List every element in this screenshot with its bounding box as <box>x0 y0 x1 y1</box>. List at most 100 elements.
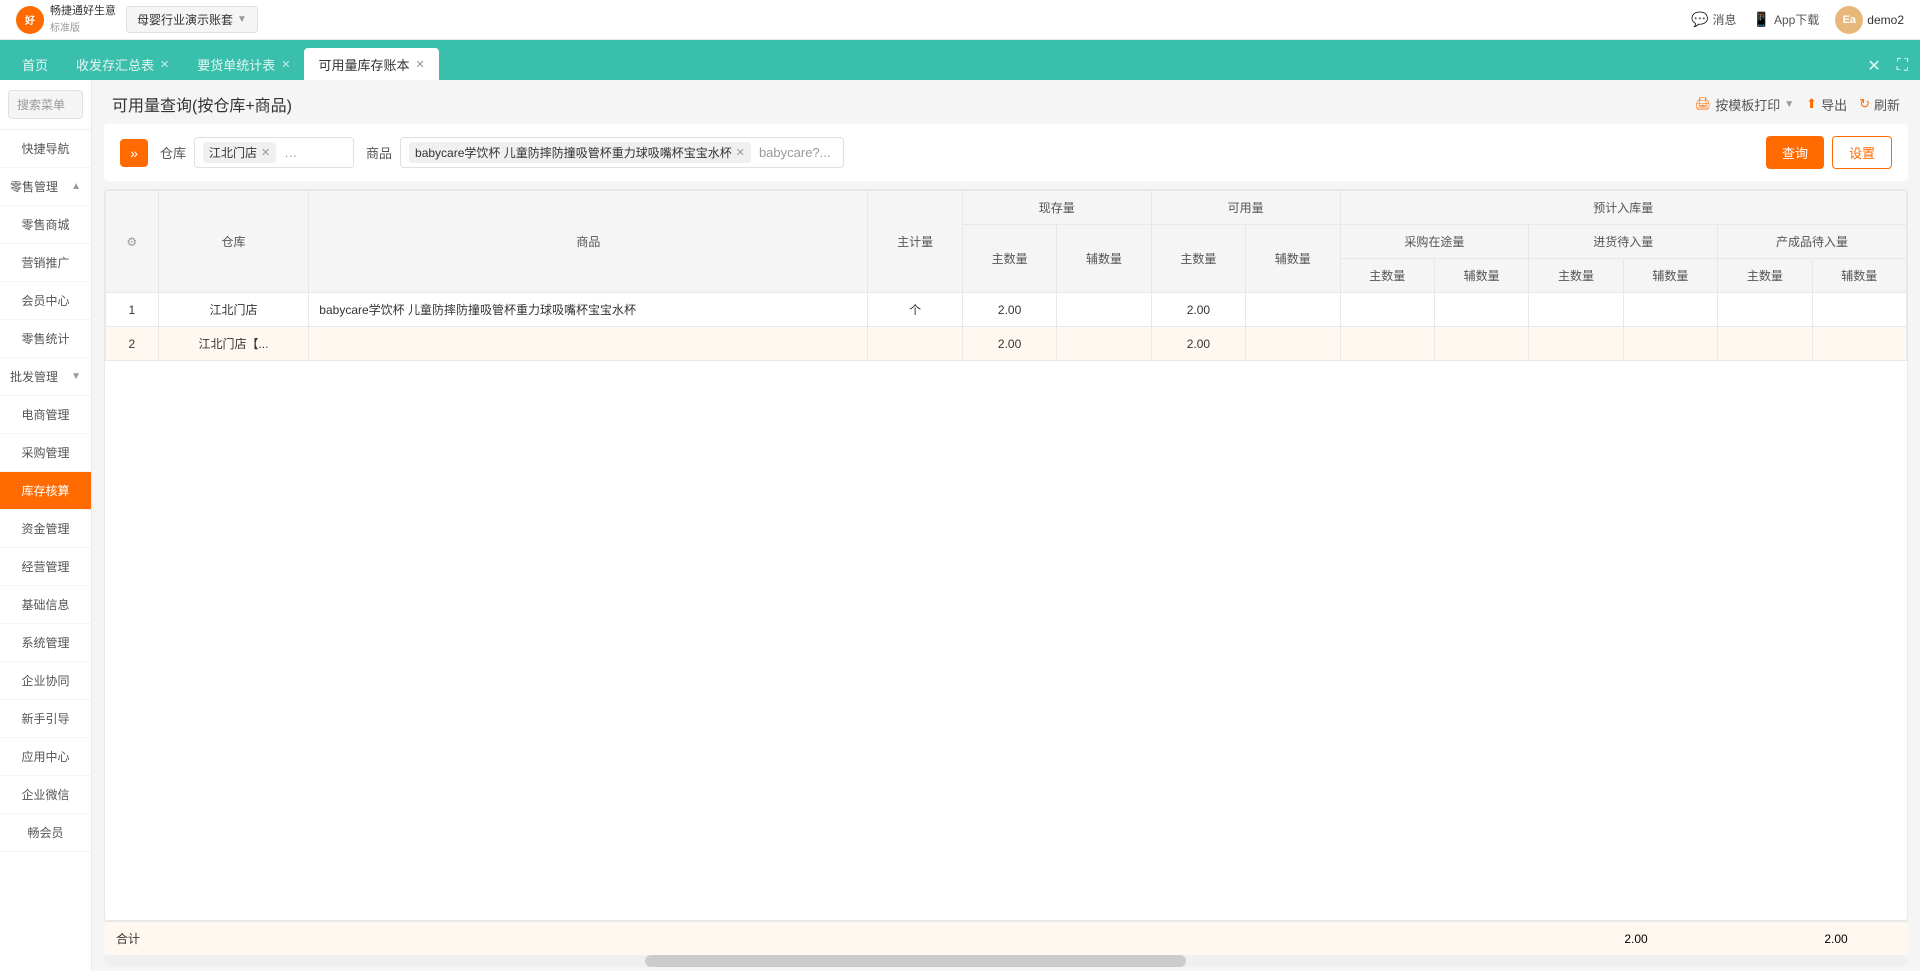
tab-available-stock[interactable]: 可用量库存账本 ✕ <box>304 48 438 80</box>
sidebar-label-inventory: 库存核算 <box>21 484 69 498</box>
th-stock-group: 现存量 <box>962 191 1151 225</box>
tab-order-summary[interactable]: 要货单统计表 ✕ <box>183 48 304 80</box>
tab-home[interactable]: 首页 <box>8 48 62 80</box>
warehouse-filter-input[interactable]: 江北门店 ✕ … <box>194 137 354 168</box>
sidebar-label-enterprise-wechat: 企业微信 <box>21 788 69 802</box>
sidebar-label-basic-info: 基础信息 <box>21 598 69 612</box>
row-warehouse: 江北门店 <box>158 293 309 327</box>
sidebar-item-enterprise-wechat[interactable]: 企业微信 <box>0 776 91 814</box>
row-incoming-aux <box>1623 293 1717 327</box>
row-stock-main: 2.00 <box>962 293 1056 327</box>
refresh-button[interactable]: ↻ 刷新 <box>1859 95 1900 114</box>
export-icon: ⬆ <box>1806 96 1817 112</box>
sidebar-item-ecommerce[interactable]: 电商管理 <box>0 396 91 434</box>
sidebar-item-system-mgmt[interactable]: 系统管理 <box>0 624 91 662</box>
sidebar-item-quick-nav[interactable]: 快捷导航 <box>0 130 91 168</box>
export-button[interactable]: ⬆ 导出 <box>1806 95 1847 114</box>
user-name: demo2 <box>1867 13 1904 27</box>
row-purchase-transit-main <box>1340 293 1434 327</box>
tab-receive-summary-label: 收发存汇总表 <box>76 55 154 74</box>
sidebar-item-app-center[interactable]: 应用中心 <box>0 738 91 776</box>
tab-receive-summary-close[interactable]: ✕ <box>160 58 169 71</box>
th-available-aux: 辅数量 <box>1246 225 1340 293</box>
sidebar-item-retail-mgmt[interactable]: 零售管理 ▲ <box>0 168 91 206</box>
store-selector[interactable]: 母婴行业演示账套 ▼ <box>126 6 258 33</box>
logo-icon: 好 <box>16 6 44 34</box>
message-button[interactable]: 💬 消息 <box>1691 11 1736 28</box>
tab-available-stock-close[interactable]: ✕ <box>416 58 425 71</box>
tab-available-stock-label: 可用量库存账本 <box>318 55 409 74</box>
filter-expand-icon: » <box>130 145 138 161</box>
table-row: 1 江北门店 babycare学饮杯 儿童防摔防撞吸管杯重力球吸嘴杯宝宝水杯 个… <box>106 293 1907 327</box>
print-dropdown-arrow: ▼ <box>1784 99 1794 110</box>
sidebar-label-new-guide: 新手引导 <box>21 712 69 726</box>
row-purchase-transit-aux <box>1434 327 1528 361</box>
top-header: 好 畅捷通好生意 标准版 母婴行业演示账套 ▼ 💬 消息 📱 App下载 Ea … <box>0 0 1920 40</box>
row-num: 1 <box>106 293 159 327</box>
th-available-main: 主数量 <box>1151 225 1245 293</box>
filter-bar: » 仓库 江北门店 ✕ … 商品 babycare学饮杯 儿童防摔防撞吸管杯重力… <box>104 124 1908 181</box>
summary-label: 合计 <box>116 930 216 947</box>
filter-actions: 查询 设置 <box>1766 136 1892 169</box>
settings-button[interactable]: 设置 <box>1832 136 1892 169</box>
user-menu[interactable]: Ea demo2 <box>1835 6 1904 34</box>
product-tag-1[interactable]: babycare学饮杯 儿童防摔防撞吸管杯重力球吸嘴杯宝宝水杯 ✕ <box>409 142 751 163</box>
sidebar-item-retail-mall[interactable]: 零售商城 <box>0 206 91 244</box>
app-download-button[interactable]: 📱 App下载 <box>1753 11 1820 28</box>
warehouse-tag-label: 江北门店 <box>209 144 257 161</box>
th-product-incoming-aux: 辅数量 <box>1812 259 1906 293</box>
row-num: 2 <box>106 327 159 361</box>
sidebar-item-member[interactable]: 畅会员 <box>0 814 91 852</box>
store-name: 母婴行业演示账套 <box>137 11 233 28</box>
sidebar-item-wholesale-mgmt[interactable]: 批发管理 ▼ <box>0 358 91 396</box>
close-all-tabs-button[interactable]: ✕ <box>1863 52 1884 80</box>
scrollbar-thumb[interactable] <box>645 955 1186 967</box>
sidebar-label-quick-nav: 快捷导航 <box>21 142 69 156</box>
sidebar-item-ops-mgmt[interactable]: 经营管理 <box>0 548 91 586</box>
sidebar-item-enterprise[interactable]: 企业协同 <box>0 662 91 700</box>
print-template-button[interactable]: 🖨 按模板打印 ▼ <box>1695 95 1794 114</box>
logo-sub: 标准版 <box>50 19 116 34</box>
query-button[interactable]: 查询 <box>1766 136 1824 169</box>
sidebar-item-basic-info[interactable]: 基础信息 <box>0 586 91 624</box>
th-available-group: 可用量 <box>1151 191 1340 225</box>
row-stock-aux <box>1057 327 1151 361</box>
tab-order-summary-close[interactable]: ✕ <box>281 58 290 71</box>
filter-expand-button[interactable]: » <box>120 139 148 167</box>
warehouse-filter-field: 仓库 江北门店 ✕ … <box>160 137 354 168</box>
user-avatar: Ea <box>1835 6 1863 34</box>
sidebar-item-retail-stats[interactable]: 零售统计 <box>0 320 91 358</box>
sidebar-arrow-wholesale-mgmt: ▼ <box>71 371 81 382</box>
product-filter-label: 商品 <box>366 143 392 162</box>
row-incoming-main <box>1529 293 1623 327</box>
table-settings-icon[interactable]: ⚙ <box>126 235 137 249</box>
sidebar-item-member-center[interactable]: 会员中心 <box>0 282 91 320</box>
product-filter-input[interactable]: babycare学饮杯 儿童防摔防撞吸管杯重力球吸嘴杯宝宝水杯 ✕ babyca… <box>400 137 843 168</box>
product-more-button[interactable]: babycare?... <box>755 145 835 160</box>
sidebar-item-inventory[interactable]: 库存核算 <box>0 472 91 510</box>
sidebar-item-purchase-mgmt[interactable]: 采购管理 <box>0 434 91 472</box>
sidebar-item-finance[interactable]: 资金管理 <box>0 510 91 548</box>
horizontal-scrollbar[interactable] <box>104 955 1908 967</box>
sidebar-label-finance: 资金管理 <box>21 522 69 536</box>
row-product-incoming-aux <box>1812 327 1906 361</box>
search-menu-button[interactable]: 搜索菜单 <box>8 90 83 119</box>
export-label: 导出 <box>1821 95 1847 114</box>
row-unit: 个 <box>868 293 962 327</box>
warehouse-more-button[interactable]: … <box>280 145 301 160</box>
th-purchase-transit-main: 主数量 <box>1340 259 1434 293</box>
sidebar-item-marketing[interactable]: 营销推广 <box>0 244 91 282</box>
th-settings[interactable]: ⚙ <box>106 191 159 293</box>
table-area: ⚙ 仓库 商品 主计量 现存量 可用量 预计入库量 主数量 辅数量 主数量 辅数… <box>104 189 1908 921</box>
fullscreen-button[interactable]: ⛶ <box>1893 53 1912 79</box>
product-tag-close[interactable]: ✕ <box>736 146 745 159</box>
warehouse-tag-1[interactable]: 江北门店 ✕ <box>203 142 276 163</box>
message-icon: 💬 <box>1691 11 1708 28</box>
warehouse-tag-close[interactable]: ✕ <box>261 146 270 159</box>
sidebar-item-new-guide[interactable]: 新手引导 <box>0 700 91 738</box>
sidebar-label-purchase-mgmt: 采购管理 <box>21 446 69 460</box>
store-dropdown-arrow: ▼ <box>237 14 247 25</box>
message-label: 消息 <box>1712 11 1736 28</box>
tab-receive-summary[interactable]: 收发存汇总表 ✕ <box>62 48 183 80</box>
th-product: 商品 <box>309 191 868 293</box>
